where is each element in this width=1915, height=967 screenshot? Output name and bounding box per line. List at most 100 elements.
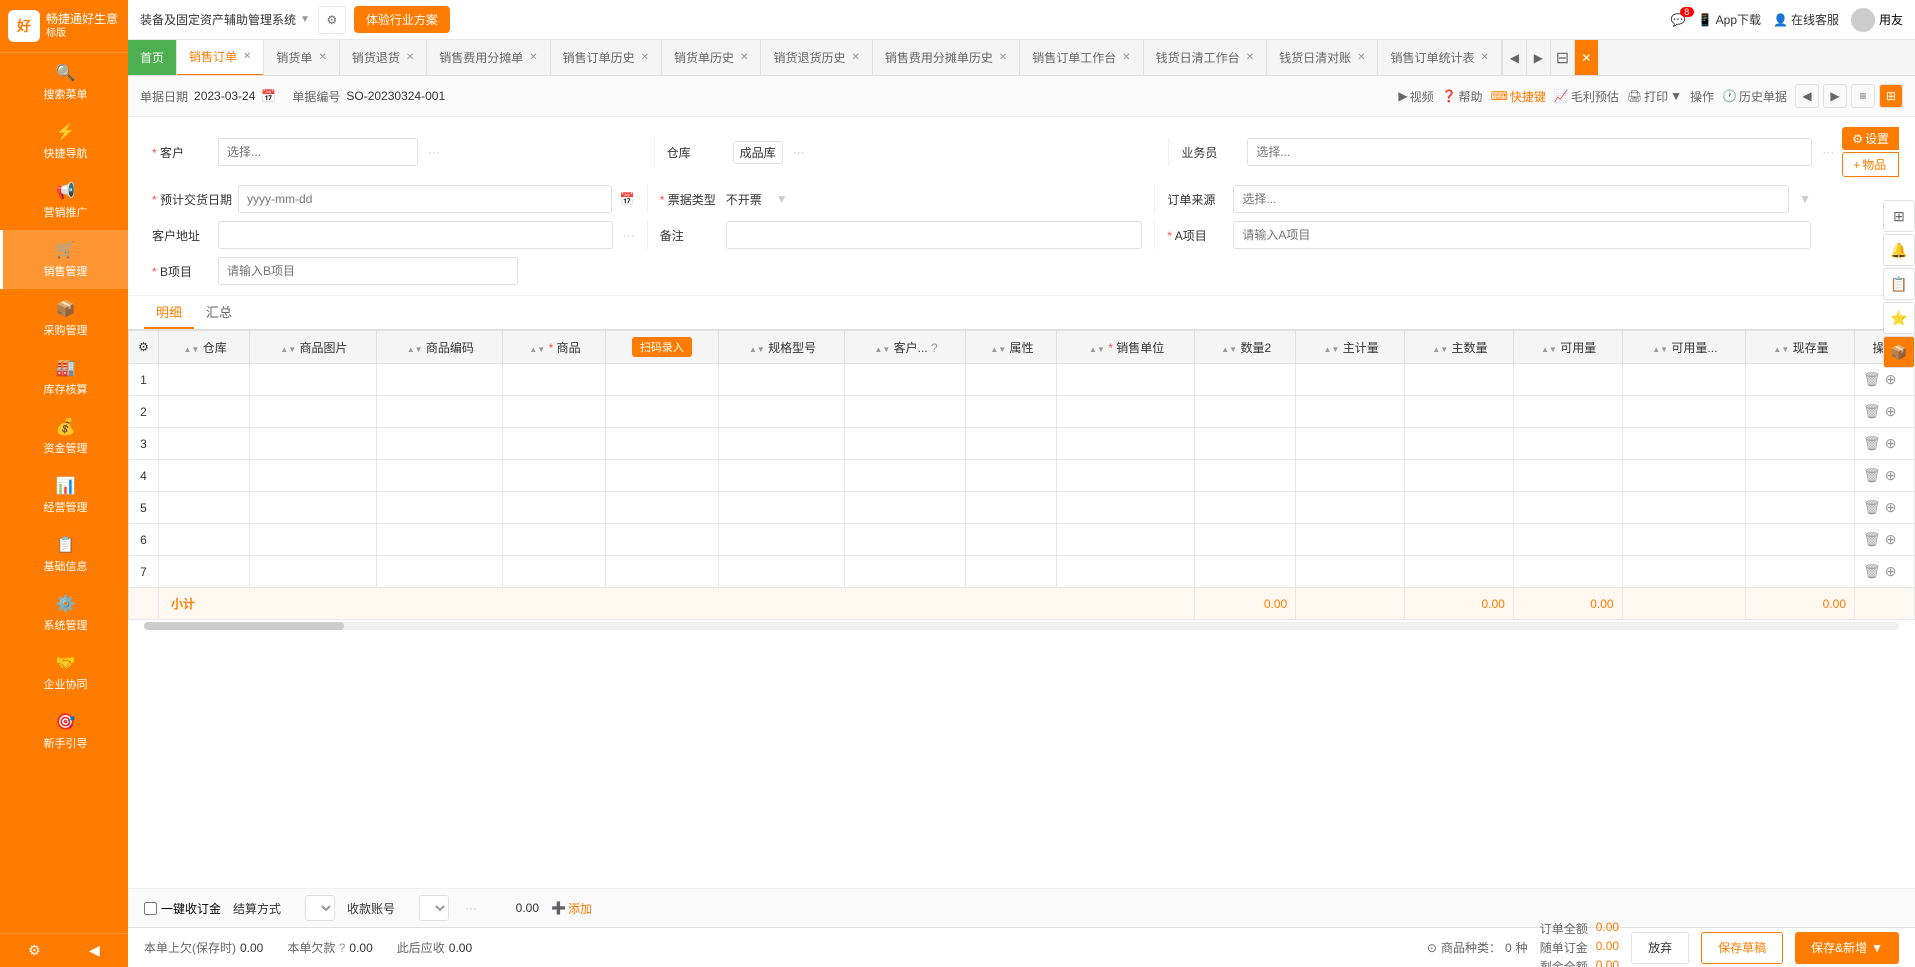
scrollbar-thumb[interactable] xyxy=(144,622,344,630)
delete-row-icon[interactable]: 🗑 xyxy=(1863,467,1881,484)
tabs-close-all-btn[interactable]: ✕ xyxy=(1574,40,1598,76)
customer-input[interactable] xyxy=(218,138,418,166)
row-warehouse[interactable] xyxy=(159,428,250,460)
sidebar-item-operations[interactable]: 📊 经营管理 xyxy=(0,466,128,525)
sidebar-item-enterprise[interactable]: 🤝 企业协同 xyxy=(0,643,128,702)
tab-close-icon[interactable]: ✕ xyxy=(243,51,251,62)
row-main-unit[interactable] xyxy=(1296,364,1405,396)
order-source-dropdown-icon[interactable]: ▼ xyxy=(1799,192,1811,206)
message-badge[interactable]: 💬 8 xyxy=(1671,13,1686,27)
right-btn-4[interactable]: ⭐ xyxy=(1883,302,1915,334)
tab-sales-return-history[interactable]: 销货单历史 ✕ xyxy=(662,40,761,76)
salesman-input[interactable] xyxy=(1247,138,1812,166)
delete-row-icon[interactable]: 🗑 xyxy=(1863,371,1881,388)
user-menu[interactable]: 用友 xyxy=(1851,8,1903,32)
col-qty2[interactable]: ▲▼ 数量2 xyxy=(1195,331,1296,364)
sidebar-item-sales[interactable]: 🛒 销售管理 xyxy=(0,230,128,289)
list-view-btn[interactable]: ≡ xyxy=(1851,84,1875,108)
col-stock[interactable]: ▲▼ 现存量 xyxy=(1746,331,1855,364)
tabs-more-btn[interactable]: ⊟ xyxy=(1550,40,1574,76)
tab-close-icon[interactable]: ✕ xyxy=(406,52,414,63)
sidebar-collapse-btn[interactable]: ◀ xyxy=(89,942,100,959)
row-available[interactable] xyxy=(1513,364,1622,396)
col-available[interactable]: ▲▼ 可用量 xyxy=(1513,331,1622,364)
sidebar-item-marketing[interactable]: 📢 营销推广 xyxy=(0,171,128,230)
scan-btn[interactable]: 扫码录入 xyxy=(632,337,692,357)
col-gear[interactable]: ⚙ xyxy=(129,331,159,364)
delete-row-icon[interactable]: 🗑 xyxy=(1863,499,1881,516)
tab-close-icon[interactable]: ✕ xyxy=(529,52,537,63)
add-receipt-btn[interactable]: ➕ 添加 xyxy=(551,900,592,917)
save-draft-button[interactable]: 保存草稿 xyxy=(1701,932,1783,964)
tab-sales-order[interactable]: 销售订单 ✕ xyxy=(177,40,264,76)
col-available2[interactable]: ▲▼ 可用量... xyxy=(1622,331,1745,364)
add-goods-float-btn[interactable]: + 物品 xyxy=(1842,152,1899,177)
tabs-prev-btn[interactable]: ◀ xyxy=(1502,40,1526,76)
col-code[interactable]: ▲▼ 商品编码 xyxy=(376,331,502,364)
row-warehouse[interactable] xyxy=(159,396,250,428)
online-service-link[interactable]: 👤 在线客服 xyxy=(1773,11,1839,28)
horizontal-scrollbar[interactable] xyxy=(144,622,1899,630)
order-source-input[interactable] xyxy=(1233,185,1789,213)
row-available[interactable] xyxy=(1513,396,1622,428)
col-spec[interactable]: ▲▼ 规格型号 xyxy=(718,331,844,364)
row-stock[interactable] xyxy=(1746,364,1855,396)
row-customer-code[interactable] xyxy=(845,396,966,428)
delete-row-icon[interactable]: 🗑 xyxy=(1863,403,1881,420)
copy-row-icon[interactable]: ⊕ xyxy=(1885,467,1897,484)
shortcut-btn[interactable]: ⌨ 快捷键 xyxy=(1491,88,1546,105)
tab-sales-refund[interactable]: 销货退货 ✕ xyxy=(340,40,427,76)
delete-row-icon[interactable]: 🗑 xyxy=(1863,435,1881,452)
save-new-button[interactable]: 保存&新增 ▼ xyxy=(1795,932,1899,964)
row-attribute[interactable] xyxy=(965,396,1056,428)
row-code[interactable] xyxy=(376,396,502,428)
grid-view-btn[interactable]: ⊞ xyxy=(1879,84,1903,108)
row-product[interactable] xyxy=(503,364,606,396)
copy-row-icon[interactable]: ⊕ xyxy=(1885,371,1897,388)
right-btn-1[interactable]: ⊞ xyxy=(1883,200,1915,232)
col-customer-code[interactable]: ▲▼ 客户... ? xyxy=(845,331,966,364)
topbar-settings-btn[interactable]: ⚙ xyxy=(318,6,346,34)
app-download-link[interactable]: 📱 App下载 xyxy=(1698,11,1761,28)
next-record-btn[interactable]: ▶ xyxy=(1823,84,1847,108)
row-main-qty[interactable] xyxy=(1405,364,1514,396)
tab-close-icon[interactable]: ✕ xyxy=(641,52,649,63)
row-sales-unit[interactable] xyxy=(1057,364,1195,396)
tab-close-icon[interactable]: ✕ xyxy=(740,52,748,63)
solution-button[interactable]: 体验行业方案 xyxy=(354,6,450,33)
col-main-qty[interactable]: ▲▼ 主数量 xyxy=(1405,331,1514,364)
sidebar-item-system[interactable]: ⚙️ 系统管理 xyxy=(0,584,128,643)
tab-close-icon[interactable]: ✕ xyxy=(999,52,1007,63)
row-main-unit[interactable] xyxy=(1296,396,1405,428)
row-image[interactable] xyxy=(250,364,376,396)
sidebar-item-quick-nav[interactable]: ⚡ 快捷导航 xyxy=(0,112,128,171)
tabs-next-btn[interactable]: ▶ xyxy=(1526,40,1550,76)
sidebar-item-purchase[interactable]: 📦 采购管理 xyxy=(0,289,128,348)
right-btn-5[interactable]: 📦 xyxy=(1883,336,1915,368)
settings-float-btn[interactable]: ⚙ 设置 xyxy=(1842,127,1899,150)
row-spec[interactable] xyxy=(718,364,844,396)
row-attribute[interactable] xyxy=(965,364,1056,396)
tab-cash-reconcile[interactable]: 钱货日清对账 ✕ xyxy=(1267,40,1378,76)
sidebar-item-guide[interactable]: 🎯 新手引导 xyxy=(0,702,128,761)
one-click-order-checkbox[interactable]: 一键收订金 xyxy=(144,900,221,917)
row-main-qty[interactable] xyxy=(1405,396,1514,428)
b-project-input[interactable] xyxy=(218,257,518,285)
tab-close-icon[interactable]: ✕ xyxy=(1122,52,1130,63)
tab-summary[interactable]: 汇总 xyxy=(194,296,244,329)
row-qty2[interactable] xyxy=(1195,396,1296,428)
delete-row-icon[interactable]: 🗑 xyxy=(1863,531,1881,548)
operation-btn[interactable]: 操作 xyxy=(1690,88,1714,105)
one-click-checkbox[interactable] xyxy=(144,902,157,915)
col-main-unit[interactable]: ▲▼ 主计量 xyxy=(1296,331,1405,364)
tab-close-icon[interactable]: ✕ xyxy=(318,52,326,63)
copy-row-icon[interactable]: ⊕ xyxy=(1885,403,1897,420)
customer-address-input[interactable] xyxy=(218,221,613,249)
settlement-method-select[interactable] xyxy=(305,895,335,921)
discard-button[interactable]: 放弃 xyxy=(1631,932,1689,964)
copy-row-icon[interactable]: ⊕ xyxy=(1885,435,1897,452)
tab-close-icon[interactable]: ✕ xyxy=(1357,52,1365,63)
tab-sales-expense-history[interactable]: 销售费用分摊单历史 ✕ xyxy=(873,40,1020,76)
print-btn[interactable]: 🖨 打印 ▼ xyxy=(1627,88,1682,105)
col-product[interactable]: ▲▼ * 商品 xyxy=(503,331,606,364)
